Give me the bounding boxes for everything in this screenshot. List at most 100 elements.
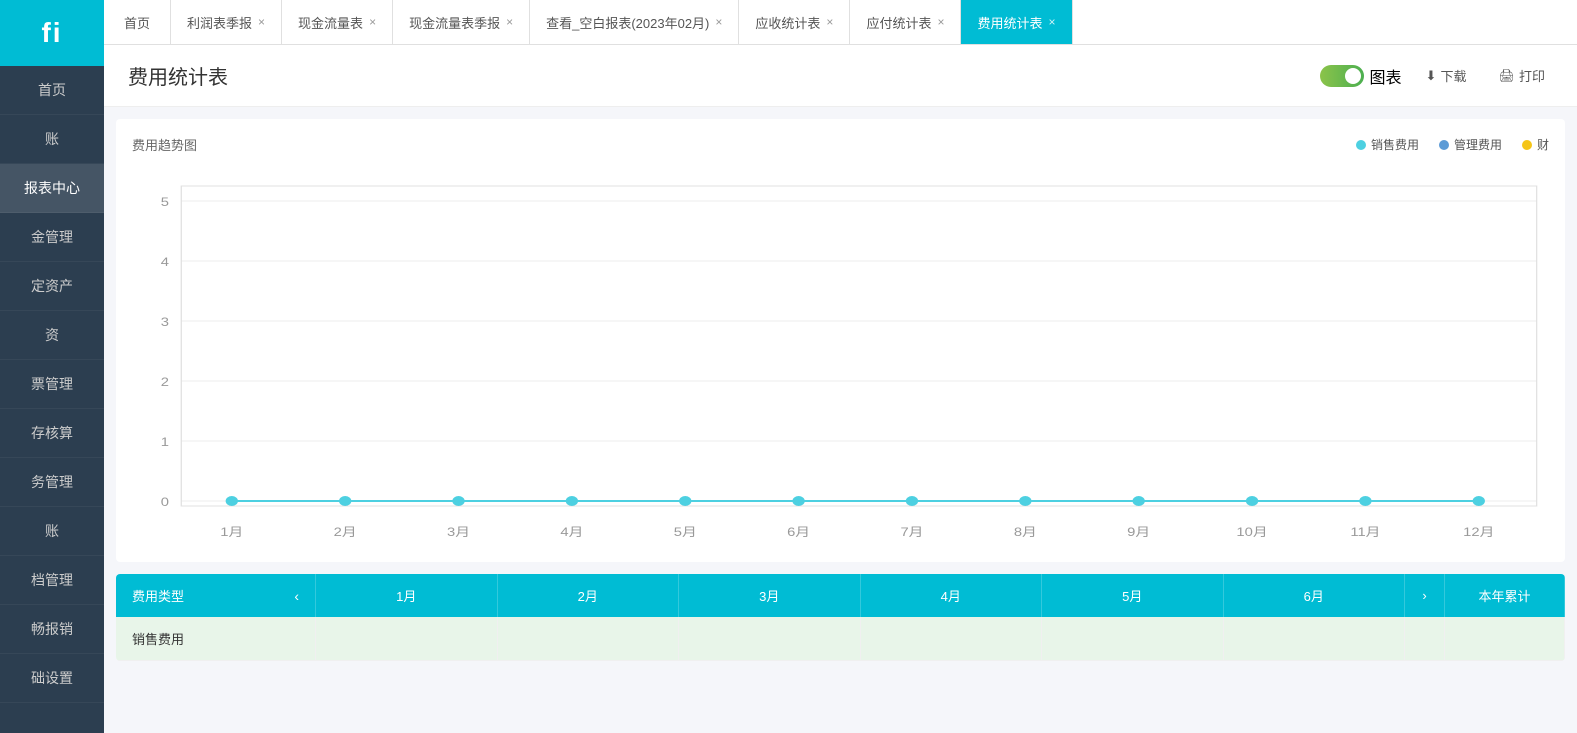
print-label: 打印	[1519, 66, 1545, 85]
th-m2-label: 2月	[578, 586, 598, 605]
th-nav-right[interactable]: ›	[1405, 574, 1445, 617]
chart-toggle[interactable]	[1320, 65, 1364, 87]
sidebar-item-ticket-mgmt[interactable]: 票管理	[0, 360, 104, 409]
th-m4-label: 4月	[941, 586, 961, 605]
tab-profit-report-label: 利润表季报	[187, 13, 252, 32]
td-m5-sales	[1042, 617, 1224, 660]
sidebar-item-fund-mgmt[interactable]: 金管理	[0, 213, 104, 262]
tab-expense-stats-label: 费用统计表	[977, 13, 1042, 32]
th-m4: 4月	[861, 574, 1043, 617]
chart-svg: 5 4 3 2 1 0 1月 2月	[132, 166, 1549, 546]
legend-sales-label: 销售费用	[1371, 136, 1419, 153]
tab-payable[interactable]: 应付统计表 ×	[850, 0, 961, 44]
legend-finance: 财	[1522, 136, 1549, 153]
sidebar-item-expense-report[interactable]: 畅报销	[0, 605, 104, 654]
svg-text:9月: 9月	[1127, 525, 1150, 538]
sidebar-item-home[interactable]: 首页	[0, 66, 104, 115]
sidebar-item-account[interactable]: 账	[0, 115, 104, 164]
th-m6: 6月	[1224, 574, 1406, 617]
nav-left-arrow[interactable]: ‹	[294, 588, 299, 604]
svg-text:7月: 7月	[900, 525, 923, 538]
chart-toggle-label: 图表	[1370, 64, 1402, 88]
svg-text:2月: 2月	[334, 525, 357, 538]
td-m1-sales	[316, 617, 498, 660]
legend-sales: 销售费用	[1356, 136, 1419, 153]
td-nav-sales	[1405, 617, 1445, 660]
tab-profit-report[interactable]: 利润表季报 ×	[171, 0, 282, 44]
th-m2: 2月	[498, 574, 680, 617]
svg-text:4: 4	[161, 255, 170, 268]
th-m3-label: 3月	[759, 586, 779, 605]
tab-home-label: 首页	[124, 13, 150, 32]
svg-text:12月: 12月	[1463, 525, 1494, 538]
legend-sales-dot	[1356, 140, 1366, 150]
close-profit-report-icon[interactable]: ×	[258, 15, 265, 29]
svg-text:0: 0	[161, 495, 169, 508]
svg-text:3月: 3月	[447, 525, 470, 538]
sidebar-item-ledger[interactable]: 账	[0, 507, 104, 556]
close-payable-icon[interactable]: ×	[937, 15, 944, 29]
sidebar-item-inventory[interactable]: 存核算	[0, 409, 104, 458]
download-icon: ⬇	[1426, 68, 1437, 84]
close-cashflow-icon[interactable]: ×	[369, 15, 376, 29]
chart-header: 费用趋势图 销售费用 管理费用 财	[132, 135, 1549, 154]
td-ytd-sales	[1445, 617, 1565, 660]
legend-admin-label: 管理费用	[1454, 136, 1502, 153]
sidebar-item-fixed-assets[interactable]: 定资产	[0, 262, 104, 311]
data-table: 费用类型 ‹ 1月 2月 3月 4月 5月	[116, 574, 1565, 661]
tab-cashflow[interactable]: 现金流量表 ×	[282, 0, 393, 44]
download-button[interactable]: ⬇ 下载	[1418, 62, 1475, 89]
page-header: 费用统计表 图表 ⬇ 下载 🖨 打印	[104, 45, 1577, 107]
download-label: 下载	[1440, 66, 1466, 85]
legend-finance-dot	[1522, 140, 1532, 150]
chart-toggle-wrap: 图表	[1320, 64, 1402, 88]
tab-receivable[interactable]: 应收统计表 ×	[739, 0, 850, 44]
main-area: 首页 利润表季报 × 现金流量表 × 现金流量表季报 × 查看_空白报表(202…	[104, 0, 1577, 733]
sidebar: fi 首页 账 报表中心 金管理 定资产 资 票管理 存核算 务管理 账 档管理…	[0, 0, 104, 733]
table-row-sales: 销售费用	[116, 617, 1565, 661]
close-expense-stats-icon[interactable]: ×	[1048, 15, 1055, 29]
th-type: 费用类型 ‹	[116, 574, 316, 617]
td-type-sales-label: 销售费用	[132, 629, 184, 648]
sidebar-item-base-settings[interactable]: 础设置	[0, 654, 104, 703]
tab-expense-stats[interactable]: 费用统计表 ×	[961, 0, 1072, 44]
line-chart: 5 4 3 2 1 0 1月 2月	[132, 166, 1549, 546]
tab-home[interactable]: 首页	[104, 0, 171, 44]
svg-text:6月: 6月	[787, 525, 810, 538]
page-title: 费用统计表	[128, 61, 228, 90]
content-area: 费用统计表 图表 ⬇ 下载 🖨 打印 费用趋势图	[104, 45, 1577, 733]
svg-text:2: 2	[161, 375, 169, 388]
svg-text:1月: 1月	[220, 525, 243, 538]
print-button[interactable]: 🖨 打印	[1490, 62, 1553, 89]
chart-title: 费用趋势图	[132, 135, 197, 154]
app-logo: fi	[0, 0, 104, 66]
td-m2-sales	[498, 617, 680, 660]
legend-admin-dot	[1439, 140, 1449, 150]
tab-cashflow-quarterly[interactable]: 现金流量表季报 ×	[393, 0, 530, 44]
chart-legend: 销售费用 管理费用 财	[1356, 136, 1549, 153]
legend-admin: 管理费用	[1439, 136, 1502, 153]
tab-cashflow-label: 现金流量表	[298, 13, 363, 32]
sidebar-item-investment[interactable]: 资	[0, 311, 104, 360]
svg-text:5: 5	[161, 195, 169, 208]
tabs-bar: 首页 利润表季报 × 现金流量表 × 现金流量表季报 × 查看_空白报表(202…	[104, 0, 1577, 45]
td-m3-sales	[679, 617, 861, 660]
svg-text:11月: 11月	[1350, 525, 1380, 538]
page-actions: 图表 ⬇ 下载 🖨 打印	[1320, 62, 1553, 89]
close-cashflow-quarterly-icon[interactable]: ×	[506, 15, 513, 29]
close-blank-view-icon[interactable]: ×	[715, 15, 722, 29]
close-receivable-icon[interactable]: ×	[826, 15, 833, 29]
th-ytd: 本年累计	[1445, 574, 1565, 617]
legend-finance-label: 财	[1537, 136, 1549, 153]
th-m1: 1月	[316, 574, 498, 617]
sidebar-item-report-center[interactable]: 报表中心	[0, 164, 104, 213]
nav-right-arrow[interactable]: ›	[1422, 588, 1426, 603]
tab-blank-view-label: 查看_空白报表(2023年02月)	[546, 13, 709, 32]
svg-text:10月: 10月	[1236, 525, 1267, 538]
sidebar-item-service-mgmt[interactable]: 务管理	[0, 458, 104, 507]
svg-text:5月: 5月	[674, 525, 697, 538]
th-m6-label: 6月	[1304, 586, 1324, 605]
tab-blank-view[interactable]: 查看_空白报表(2023年02月) ×	[530, 0, 739, 44]
sidebar-item-archive-mgmt[interactable]: 档管理	[0, 556, 104, 605]
th-m3: 3月	[679, 574, 861, 617]
